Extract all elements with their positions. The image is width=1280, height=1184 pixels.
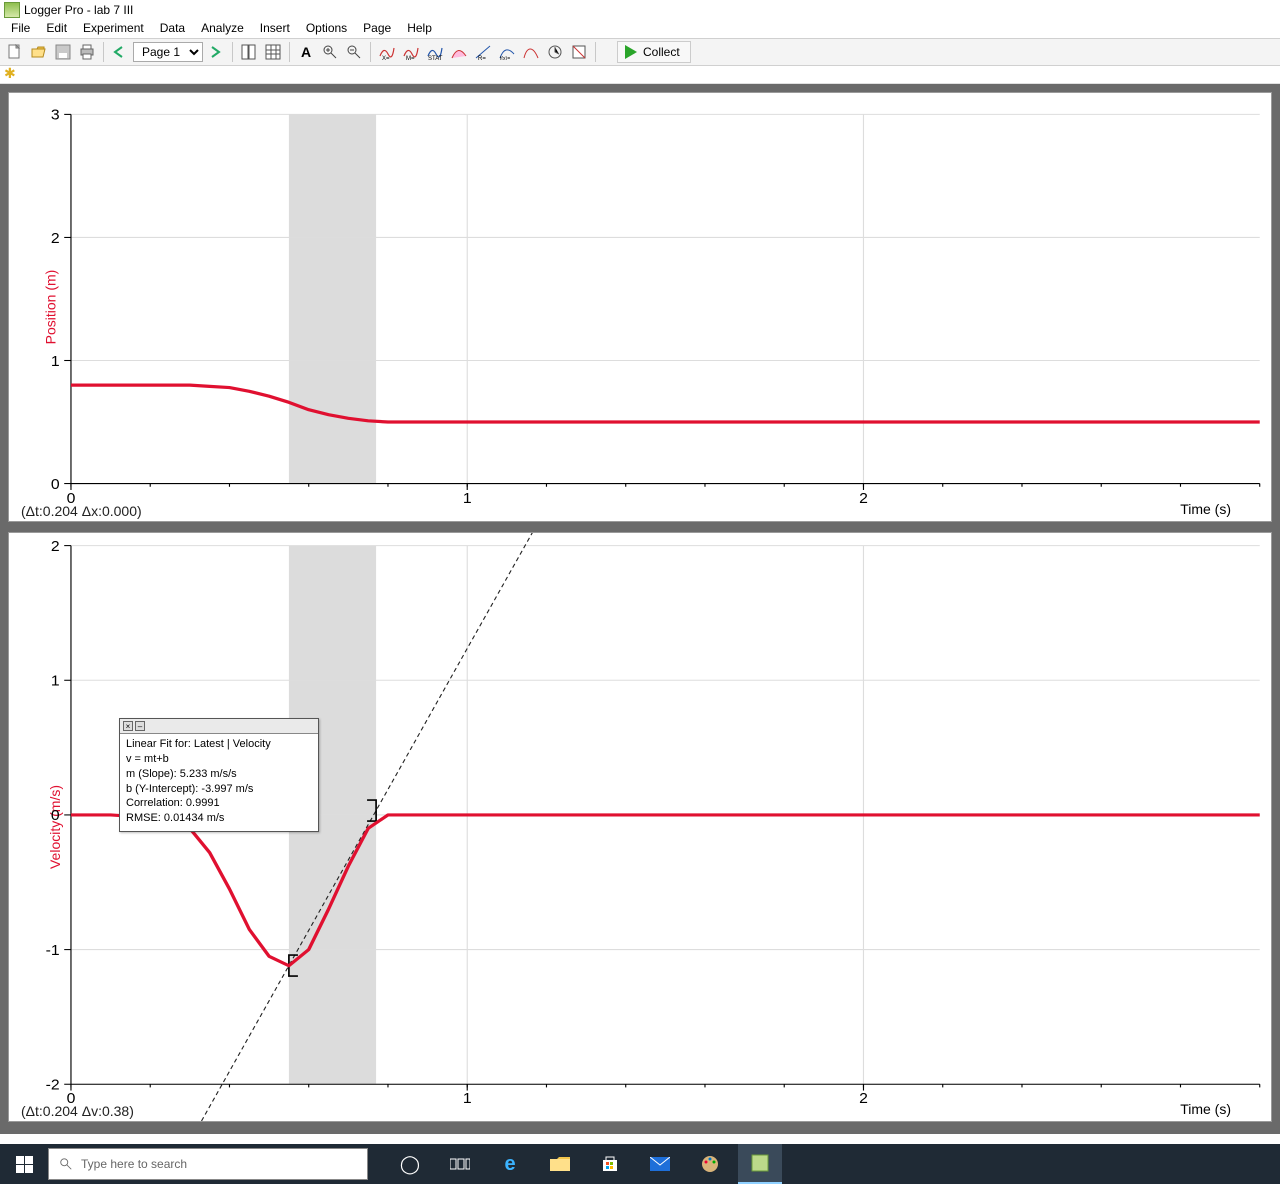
svg-text:R=: R=: [478, 56, 486, 60]
integral-icon[interactable]: [448, 41, 470, 63]
position-status: (Δt:0.204 Δx:0.000): [21, 503, 142, 519]
menu-experiment[interactable]: Experiment: [76, 20, 151, 38]
app-title: Logger Pro - lab 7 III: [24, 3, 133, 17]
fitbox-rmse: RMSE: 0.01434 m/s: [126, 811, 312, 826]
star-icon[interactable]: ✱: [4, 65, 16, 81]
svg-text:3: 3: [51, 107, 60, 124]
next-page-icon[interactable]: [205, 41, 227, 63]
strike-icon[interactable]: [568, 41, 590, 63]
prev-page-icon[interactable]: [109, 41, 131, 63]
cortana-icon[interactable]: ◯: [388, 1144, 432, 1184]
svg-text:2: 2: [859, 1091, 868, 1107]
curve-fit-icon[interactable]: f(x)=: [496, 41, 518, 63]
autoscale-icon[interactable]: A: [295, 41, 317, 63]
stats-icon[interactable]: STAT: [424, 41, 446, 63]
svg-text:1: 1: [51, 353, 60, 370]
taskview-icon[interactable]: [438, 1144, 482, 1184]
print-icon[interactable]: [76, 41, 98, 63]
svg-text:1: 1: [463, 1091, 472, 1107]
workspace: Static and Kinetic Friction - Part II Po…: [0, 84, 1280, 1134]
mail-icon[interactable]: [638, 1144, 682, 1184]
svg-text:0: 0: [51, 476, 60, 493]
menu-insert[interactable]: Insert: [253, 20, 297, 38]
menu-edit[interactable]: Edit: [39, 20, 74, 38]
edge-icon[interactable]: e: [488, 1144, 532, 1184]
svg-text:-1: -1: [46, 942, 60, 958]
position-chart[interactable]: 0120123: [9, 93, 1271, 521]
svg-text:1: 1: [463, 490, 472, 507]
velocity-xlabel[interactable]: Time (s): [1180, 1101, 1231, 1117]
search-icon: [59, 1157, 73, 1171]
fitbox-title: Linear Fit for: Latest | Velocity: [126, 737, 312, 752]
model-icon[interactable]: [520, 41, 542, 63]
toolbar: Page 1 A X= M= STAT R= f(x)= Collect: [0, 38, 1280, 66]
menu-options[interactable]: Options: [299, 20, 354, 38]
search-placeholder: Type here to search: [81, 1157, 187, 1171]
app-icon: [4, 2, 20, 18]
secondary-bar: ✱: [0, 66, 1280, 84]
titlebar: Logger Pro - lab 7 III: [0, 0, 1280, 20]
examine-icon[interactable]: X=: [376, 41, 398, 63]
menu-help[interactable]: Help: [400, 20, 439, 38]
store-icon[interactable]: [588, 1144, 632, 1184]
loggerpro-task-icon[interactable]: [738, 1144, 782, 1184]
linear-fit-box[interactable]: × – Linear Fit for: Latest | Velocity v …: [119, 718, 319, 832]
fitbox-close-icon[interactable]: ×: [123, 721, 133, 731]
taskbar-icons: ◯ e: [388, 1144, 782, 1184]
menubar: File Edit Experiment Data Analyze Insert…: [0, 20, 1280, 38]
taskbar: Type here to search ◯ e: [0, 1144, 1280, 1184]
open-icon[interactable]: [28, 41, 50, 63]
explorer-icon[interactable]: [538, 1144, 582, 1184]
tangent-icon[interactable]: M=: [400, 41, 422, 63]
fitbox-intercept: b (Y-Intercept): -3.997 m/s: [126, 782, 312, 797]
new-icon[interactable]: [4, 41, 26, 63]
collect-button[interactable]: Collect: [617, 41, 691, 63]
position-xlabel[interactable]: Time (s): [1180, 501, 1231, 517]
fitbox-body: Linear Fit for: Latest | Velocity v = mt…: [120, 734, 318, 831]
taskbar-search[interactable]: Type here to search: [48, 1148, 368, 1180]
data-browser-icon[interactable]: [238, 41, 260, 63]
svg-text:f(x)=: f(x)=: [500, 56, 510, 60]
fitbox-correlation: Correlation: 0.9991: [126, 796, 312, 811]
svg-text:-2: -2: [46, 1077, 60, 1093]
svg-text:X=: X=: [382, 56, 390, 60]
linear-fit-icon[interactable]: R=: [472, 41, 494, 63]
paint-icon[interactable]: [688, 1144, 732, 1184]
menu-file[interactable]: File: [4, 20, 37, 38]
svg-text:STAT: STAT: [428, 56, 443, 60]
menu-analyze[interactable]: Analyze: [194, 20, 251, 38]
windows-icon: [16, 1156, 33, 1173]
svg-text:2: 2: [859, 490, 868, 507]
menu-page[interactable]: Page: [356, 20, 398, 38]
position-graph-panel[interactable]: Position (m) 0120123 Time (s) (Δt:0.204 …: [8, 92, 1272, 522]
svg-text:2: 2: [51, 230, 60, 247]
page-select[interactable]: Page 1: [133, 42, 203, 62]
data-collection-icon[interactable]: [544, 41, 566, 63]
velocity-graph-panel[interactable]: Velocity (m/s) 012-2-1012 Time (s) (Δt:0…: [8, 532, 1272, 1122]
velocity-status: (Δt:0.204 Δv:0.38): [21, 1103, 134, 1119]
start-button[interactable]: [0, 1144, 48, 1184]
play-icon: [625, 45, 637, 59]
collect-label: Collect: [643, 45, 680, 59]
save-icon[interactable]: [52, 41, 74, 63]
svg-text:1: 1: [51, 673, 60, 689]
svg-text:0: 0: [51, 808, 60, 824]
svg-text:2: 2: [51, 538, 60, 554]
zoom-out-icon[interactable]: [343, 41, 365, 63]
fitbox-equation: v = mt+b: [126, 752, 312, 767]
fitbox-slope: m (Slope): 5.233 m/s/s: [126, 767, 312, 782]
menu-data[interactable]: Data: [153, 20, 192, 38]
fitbox-min-icon[interactable]: –: [135, 721, 145, 731]
svg-text:M=: M=: [406, 56, 415, 60]
table-icon[interactable]: [262, 41, 284, 63]
zoom-in-icon[interactable]: [319, 41, 341, 63]
